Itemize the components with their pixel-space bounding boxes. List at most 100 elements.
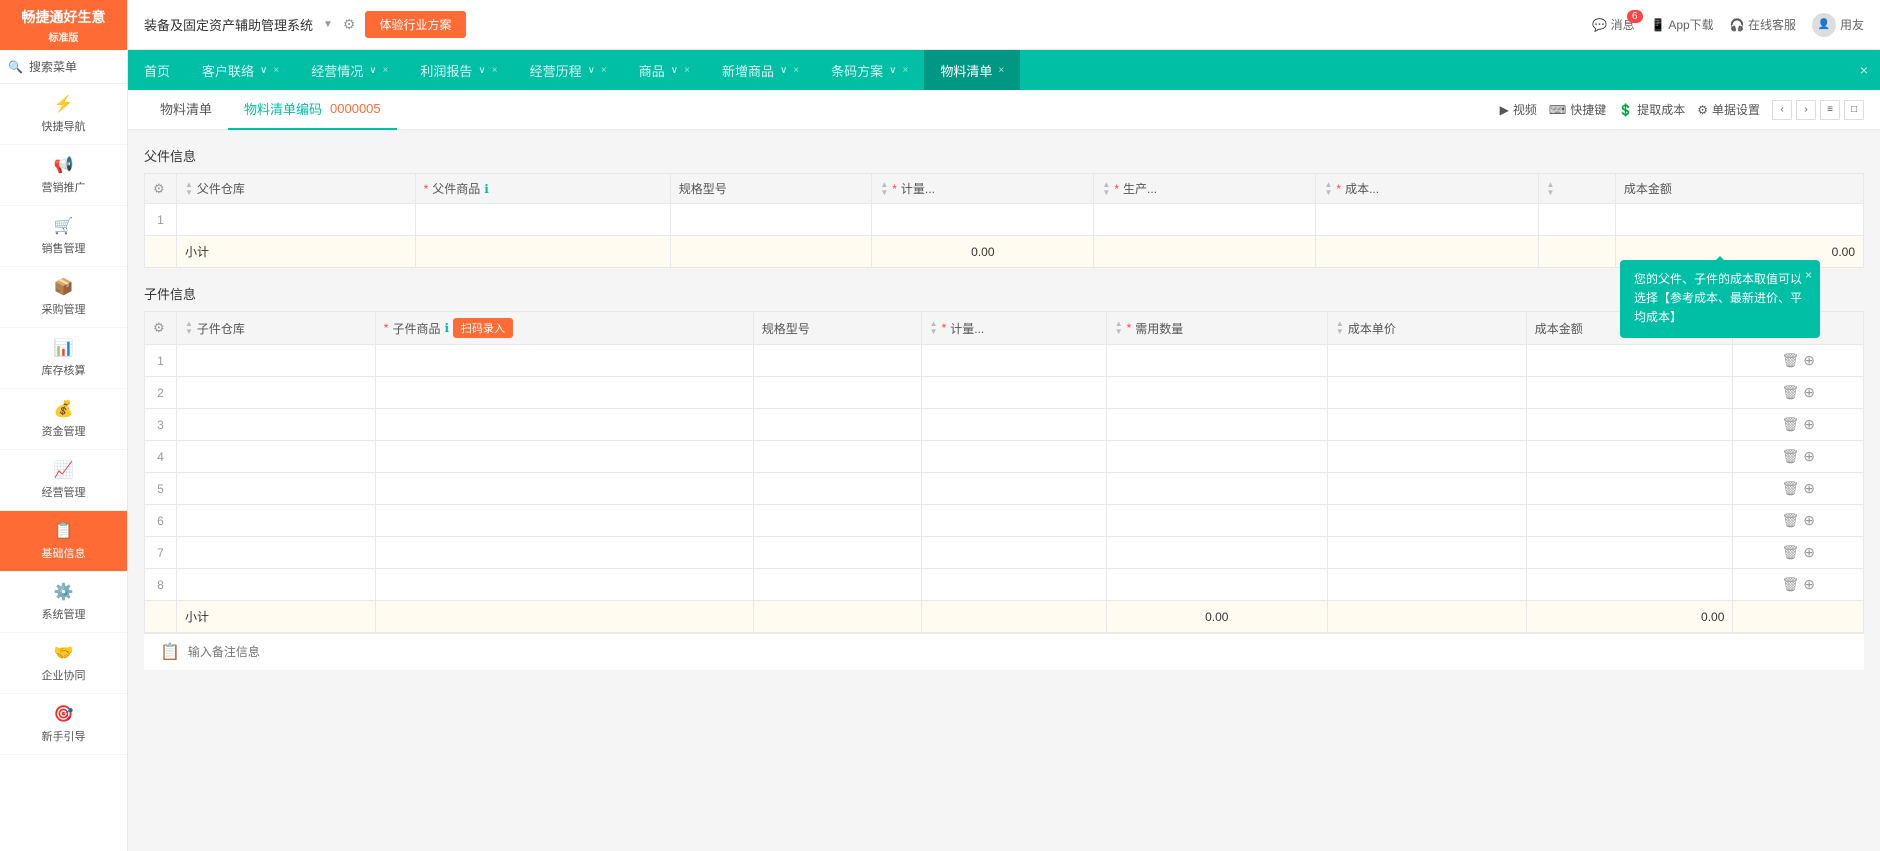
unit-sort[interactable]: ▲▼	[880, 181, 888, 197]
child-product-4[interactable]	[375, 441, 753, 473]
child-product-7[interactable]	[375, 537, 753, 569]
sidebar-item-search[interactable]: 🔍 搜索菜单	[0, 50, 127, 84]
child-qty-5[interactable]	[1106, 473, 1327, 505]
sidebar-item-inventory[interactable]: 📊 库存核算	[0, 328, 127, 389]
child-unit-1[interactable]	[921, 345, 1106, 377]
child-spec-3[interactable]	[753, 409, 921, 441]
child-wh-sort[interactable]: ▲▼	[185, 320, 193, 336]
child-unit-cost-4[interactable]	[1327, 441, 1526, 473]
user-menu[interactable]: 👤 用友	[1812, 13, 1864, 37]
child-warehouse-2[interactable]	[177, 377, 376, 409]
copy-icon-4[interactable]: ⊕	[1803, 448, 1815, 465]
parent-gear-btn[interactable]: ⚙	[153, 181, 165, 196]
sidebar-item-sales[interactable]: 🛒 销售管理	[0, 206, 127, 267]
parent-cost-1[interactable]	[1316, 204, 1538, 236]
child-spec-4[interactable]	[753, 441, 921, 473]
child-warehouse-6[interactable]	[177, 505, 376, 537]
tab-new-product-close[interactable]: ×	[793, 65, 799, 76]
sidebar-item-purchase[interactable]: 📦 采购管理	[0, 267, 127, 328]
copy-icon-6[interactable]: ⊕	[1803, 512, 1815, 529]
parent-production-1[interactable]	[1094, 204, 1316, 236]
tab-customer[interactable]: 客户联络 ∨ ×	[186, 50, 295, 90]
tab-profit-close[interactable]: ×	[492, 65, 498, 76]
tab-new-product[interactable]: 新增商品 ∨ ×	[706, 50, 815, 90]
child-product-6[interactable]	[375, 505, 753, 537]
child-qty-2[interactable]	[1106, 377, 1327, 409]
child-unit-5[interactable]	[921, 473, 1106, 505]
sort-icon[interactable]: ▲▼	[185, 181, 193, 197]
sidebar-item-basic[interactable]: 📋 基础信息	[0, 511, 127, 572]
child-unit-cost-3[interactable]	[1327, 409, 1526, 441]
extract-cost-action[interactable]: 💲 提取成本	[1618, 101, 1685, 118]
child-warehouse-7[interactable]	[177, 537, 376, 569]
child-cost-sort[interactable]: ▲▼	[1336, 320, 1344, 336]
child-unit-8[interactable]	[921, 569, 1106, 601]
tab-barcode-close[interactable]: ×	[902, 65, 908, 76]
tab-bom[interactable]: 物料清单 ×	[924, 50, 1020, 90]
copy-icon-8[interactable]: ⊕	[1803, 576, 1815, 593]
copy-icon-7[interactable]: ⊕	[1803, 544, 1815, 561]
child-unit-cost-6[interactable]	[1327, 505, 1526, 537]
trial-button[interactable]: 体验行业方案	[365, 11, 465, 38]
delete-icon-5[interactable]: 🗑	[1781, 480, 1799, 497]
child-unit-cost-1[interactable]	[1327, 345, 1526, 377]
delete-icon-4[interactable]: 🗑	[1781, 448, 1799, 465]
delete-icon-8[interactable]: 🗑	[1781, 576, 1799, 593]
tab-product[interactable]: 商品 ∨ ×	[623, 50, 706, 90]
nav-next[interactable]: ›	[1796, 100, 1816, 120]
single-settings-action[interactable]: ⚙ 单据设置	[1697, 101, 1760, 118]
parent-warehouse-1[interactable]	[177, 204, 416, 236]
tab-journey-close[interactable]: ×	[601, 65, 607, 76]
copy-icon-3[interactable]: ⊕	[1803, 416, 1815, 433]
child-unit-cost-7[interactable]	[1327, 537, 1526, 569]
online-service-item[interactable]: 🎧 在线客服	[1730, 16, 1796, 33]
child-warehouse-8[interactable]	[177, 569, 376, 601]
child-qty-8[interactable]	[1106, 569, 1327, 601]
prod-sort[interactable]: ▲▼	[1102, 181, 1110, 197]
child-product-3[interactable]	[375, 409, 753, 441]
nav-expand[interactable]: □	[1844, 100, 1864, 120]
tab-journey[interactable]: 经营历程 ∨ ×	[514, 50, 623, 90]
copy-icon-1[interactable]: ⊕	[1803, 352, 1815, 369]
child-warehouse-4[interactable]	[177, 441, 376, 473]
sidebar-item-enterprise[interactable]: 🤝 企业协同	[0, 633, 127, 694]
delete-icon-1[interactable]: 🗑	[1781, 352, 1799, 369]
parent-unit-1[interactable]	[872, 204, 1094, 236]
sidebar-item-finance[interactable]: 💰 资金管理	[0, 389, 127, 450]
tab-product-close[interactable]: ×	[684, 65, 690, 76]
tab-ops-close[interactable]: ×	[383, 65, 389, 76]
tab-profit[interactable]: 利润报告 ∨ ×	[404, 50, 513, 90]
tab-barcode[interactable]: 条码方案 ∨ ×	[815, 50, 924, 90]
child-product-2[interactable]	[375, 377, 753, 409]
child-spec-1[interactable]	[753, 345, 921, 377]
child-spec-6[interactable]	[753, 505, 921, 537]
shortcut-action[interactable]: ⌨ 快捷键	[1549, 101, 1606, 118]
message-item[interactable]: 💬 6 消息	[1592, 16, 1634, 33]
child-unit-6[interactable]	[921, 505, 1106, 537]
dropdown-arrow[interactable]: ▼	[323, 19, 333, 30]
delete-icon-2[interactable]: 🗑	[1781, 384, 1799, 401]
child-qty-7[interactable]	[1106, 537, 1327, 569]
empty-sort[interactable]: ▲▼	[1547, 181, 1555, 197]
child-product-5[interactable]	[375, 473, 753, 505]
scan-button[interactable]: 扫码录入	[453, 318, 513, 338]
sidebar-item-guide[interactable]: 🎯 新手引导	[0, 694, 127, 755]
child-warehouse-5[interactable]	[177, 473, 376, 505]
copy-icon-2[interactable]: ⊕	[1803, 384, 1815, 401]
child-unit-4[interactable]	[921, 441, 1106, 473]
sidebar-item-operations[interactable]: 📈 经营管理	[0, 450, 127, 511]
tab-operations[interactable]: 经营情况 ∨ ×	[295, 50, 404, 90]
tab-bom-close[interactable]: ×	[998, 65, 1004, 76]
child-spec-7[interactable]	[753, 537, 921, 569]
nav-prev[interactable]: ‹	[1772, 100, 1792, 120]
remark-input[interactable]	[188, 645, 388, 659]
delete-icon-6[interactable]: 🗑	[1781, 512, 1799, 529]
child-gear-btn[interactable]: ⚙	[153, 320, 165, 335]
app-download-item[interactable]: 📱 App下载	[1651, 16, 1714, 33]
delete-icon-3[interactable]: 🗑	[1781, 416, 1799, 433]
close-all-tabs[interactable]: ×	[1848, 62, 1880, 78]
sidebar-item-quick-nav[interactable]: ⚡ 快捷导航	[0, 84, 127, 145]
child-spec-5[interactable]	[753, 473, 921, 505]
child-warehouse-1[interactable]	[177, 345, 376, 377]
child-unit-cost-2[interactable]	[1327, 377, 1526, 409]
